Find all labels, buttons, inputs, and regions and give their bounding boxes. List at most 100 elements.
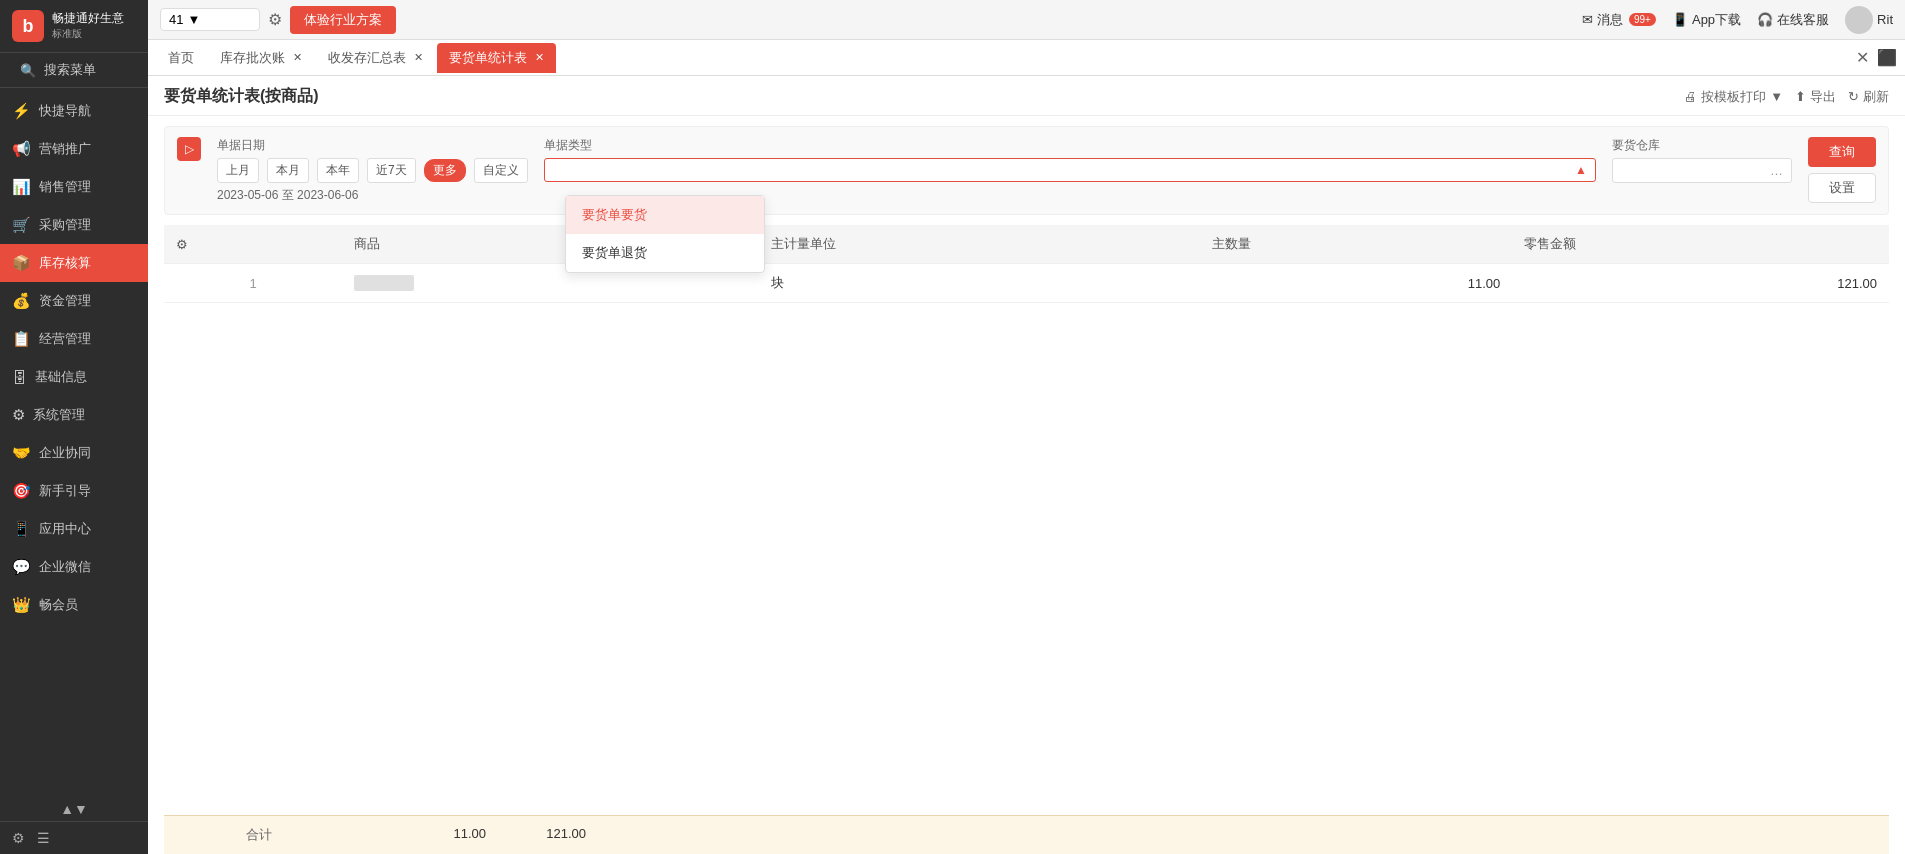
this-year-btn[interactable]: 本年 xyxy=(317,158,359,183)
date-filter-row: 上月 本月 本年 近7天 更多 自定义 xyxy=(217,158,528,183)
sidebar-item-enterprise[interactable]: 🤝 企业协同 xyxy=(0,434,148,472)
tabs-bar: 首页 库存批次账 ✕ 收发存汇总表 ✕ 要货单统计表 ✕ ✕ ⬛ xyxy=(148,40,1905,76)
this-month-btn[interactable]: 本月 xyxy=(267,158,309,183)
sidebar-item-label: 销售管理 xyxy=(39,178,91,196)
sidebar-item-base-info[interactable]: 🗄 基础信息 xyxy=(0,358,148,396)
operations-icon: 📋 xyxy=(12,330,31,348)
sidebar-item-quick-nav[interactable]: ⚡ 快捷导航 xyxy=(0,92,148,130)
table-settings-icon: ⚙ xyxy=(176,237,188,252)
sidebar-item-marketing[interactable]: 📢 营销推广 xyxy=(0,130,148,168)
sidebar-item-label: 资金管理 xyxy=(39,292,91,310)
product-placeholder xyxy=(354,275,414,291)
date-range-text: 2023-05-06 至 2023-06-06 xyxy=(217,187,528,204)
sidebar-item-purchase[interactable]: 🛒 采购管理 xyxy=(0,206,148,244)
tab-receive-summary-close[interactable]: ✕ xyxy=(414,51,423,64)
export-icon: ⬆ xyxy=(1795,89,1806,104)
export-button[interactable]: ⬆ 导出 xyxy=(1795,88,1836,106)
guide-icon: 🎯 xyxy=(12,482,31,500)
more-dates-btn[interactable]: 更多 xyxy=(424,159,466,182)
date-filter-label: 单据日期 xyxy=(217,137,528,154)
query-button[interactable]: 查询 xyxy=(1808,137,1876,167)
tab-order-stats-close[interactable]: ✕ xyxy=(535,51,544,64)
row-amount: 121.00 xyxy=(1512,264,1889,303)
sidebar-item-finance[interactable]: 💰 资金管理 xyxy=(0,282,148,320)
tabs-controls: ✕ ⬛ xyxy=(1856,48,1897,67)
warehouse-filter-input[interactable]: … xyxy=(1612,158,1792,183)
type-filter-arrow-icon: ▲ xyxy=(1575,163,1587,177)
print-template-button[interactable]: 🖨 按模板打印 ▼ xyxy=(1684,88,1783,106)
tab-inventory-batch[interactable]: 库存批次账 ✕ xyxy=(208,43,314,73)
print-arrow-icon: ▼ xyxy=(1770,89,1783,104)
sidebar-item-operations[interactable]: 📋 经营管理 xyxy=(0,320,148,358)
header-settings-icon[interactable]: ⚙ xyxy=(268,10,282,29)
table-row: 1 块 11.00 121.00 xyxy=(164,264,1889,303)
filter-actions: 查询 设置 xyxy=(1808,137,1876,203)
sidebar-item-label: 系统管理 xyxy=(33,406,85,424)
last-month-btn[interactable]: 上月 xyxy=(217,158,259,183)
sidebar-item-label: 快捷导航 xyxy=(39,102,91,120)
sidebar-item-guide[interactable]: 🎯 新手引导 xyxy=(0,472,148,510)
tab-order-stats-label: 要货单统计表 xyxy=(449,49,527,67)
dropdown-item-requisition[interactable]: 要货单要货 xyxy=(566,196,764,234)
type-filter-input[interactable]: ▲ xyxy=(544,158,1596,182)
tab-inventory-batch-close[interactable]: ✕ xyxy=(293,51,302,64)
sidebar-item-label: 新手引导 xyxy=(39,482,91,500)
sidebar-item-sales[interactable]: 📊 销售管理 xyxy=(0,168,148,206)
product-cell xyxy=(354,275,746,291)
sidebar-menu-toggle-icon[interactable]: ☰ xyxy=(37,830,50,846)
sidebar-settings-icon[interactable]: ⚙ xyxy=(12,830,25,846)
enterprise-icon: 🤝 xyxy=(12,444,31,462)
sidebar-item-app-center[interactable]: 📱 应用中心 xyxy=(0,510,148,548)
custom-date-btn[interactable]: 自定义 xyxy=(474,158,528,183)
user-item[interactable]: Rit xyxy=(1845,6,1893,34)
summary-quantity: 11.00 xyxy=(416,826,516,844)
company-selector[interactable]: 41 ▼ xyxy=(160,8,260,31)
col-unit: 主计量单位 xyxy=(759,225,1200,264)
print-icon: 🖨 xyxy=(1684,89,1697,104)
tabs-more-icon[interactable]: ⬛ xyxy=(1877,48,1897,67)
trial-button[interactable]: 体验行业方案 xyxy=(290,6,396,34)
tabs-close-all-icon[interactable]: ✕ xyxy=(1856,48,1869,67)
sidebar-item-label: 采购管理 xyxy=(39,216,91,234)
table-container: ⚙ 商品 主计量单位 主数量 零售金额 1 xyxy=(164,225,1889,520)
col-settings[interactable]: ⚙ xyxy=(164,225,342,264)
sidebar-item-member[interactable]: 👑 畅会员 xyxy=(0,586,148,624)
messages-item[interactable]: ✉ 消息 99+ xyxy=(1582,11,1656,29)
tab-order-stats[interactable]: 要货单统计表 ✕ xyxy=(437,43,556,73)
sidebar-scroll-up[interactable]: ▲ xyxy=(60,801,74,817)
sidebar-item-label: 基础信息 xyxy=(35,368,87,386)
page-content: 要货单统计表(按商品) 🖨 按模板打印 ▼ ⬆ 导出 ↻ 刷新 ▷ xyxy=(148,76,1905,854)
page-title: 要货单统计表(按商品) xyxy=(164,86,319,107)
main-area: 41 ▼ ⚙ 体验行业方案 ✉ 消息 99+ 📱 App下载 🎧 在线客服 R xyxy=(148,0,1905,854)
service-icon: 🎧 xyxy=(1757,12,1773,27)
enterprise-wx-icon: 💬 xyxy=(12,558,31,576)
row-quantity: 11.00 xyxy=(1200,264,1512,303)
dropdown-item-requisition-label: 要货单要货 xyxy=(582,207,647,222)
member-icon: 👑 xyxy=(12,596,31,614)
print-template-label: 按模板打印 xyxy=(1701,88,1766,106)
tab-receive-summary[interactable]: 收发存汇总表 ✕ xyxy=(316,43,435,73)
sidebar-item-enterprise-wx[interactable]: 💬 企业微信 xyxy=(0,548,148,586)
setup-button[interactable]: 设置 xyxy=(1808,173,1876,203)
sidebar-item-label: 营销推广 xyxy=(39,140,91,158)
app-download-item[interactable]: 📱 App下载 xyxy=(1672,11,1741,29)
sidebar-footer: ⚙ ☰ xyxy=(0,821,148,854)
sidebar-item-label: 应用中心 xyxy=(39,520,91,538)
app-sub: 标准版 xyxy=(52,27,124,41)
online-service-item[interactable]: 🎧 在线客服 xyxy=(1757,11,1829,29)
avatar xyxy=(1845,6,1873,34)
last-7days-btn[interactable]: 近7天 xyxy=(367,158,416,183)
date-filter-group: 单据日期 上月 本月 本年 近7天 更多 自定义 2023-05-06 至 20… xyxy=(217,137,528,204)
filter-expand-button[interactable]: ▷ xyxy=(177,137,201,161)
dropdown-item-return[interactable]: 要货单退货 xyxy=(566,234,764,272)
tab-home[interactable]: 首页 xyxy=(156,43,206,73)
app-name: 畅捷通好生意 xyxy=(52,11,124,27)
search-menu-item[interactable]: 🔍 搜索菜单 xyxy=(0,53,148,88)
data-table: ⚙ 商品 主计量单位 主数量 零售金额 1 xyxy=(164,225,1889,303)
tab-home-label: 首页 xyxy=(168,49,194,67)
sidebar-scroll-down[interactable]: ▼ xyxy=(74,801,88,817)
sidebar-item-system[interactable]: ⚙ 系统管理 xyxy=(0,396,148,434)
refresh-button[interactable]: ↻ 刷新 xyxy=(1848,88,1889,106)
sidebar-item-inventory[interactable]: 📦 库存核算 xyxy=(0,244,148,282)
filter-bar: ▷ 单据日期 上月 本月 本年 近7天 更多 自定义 2023-05-06 至 … xyxy=(164,126,1889,215)
